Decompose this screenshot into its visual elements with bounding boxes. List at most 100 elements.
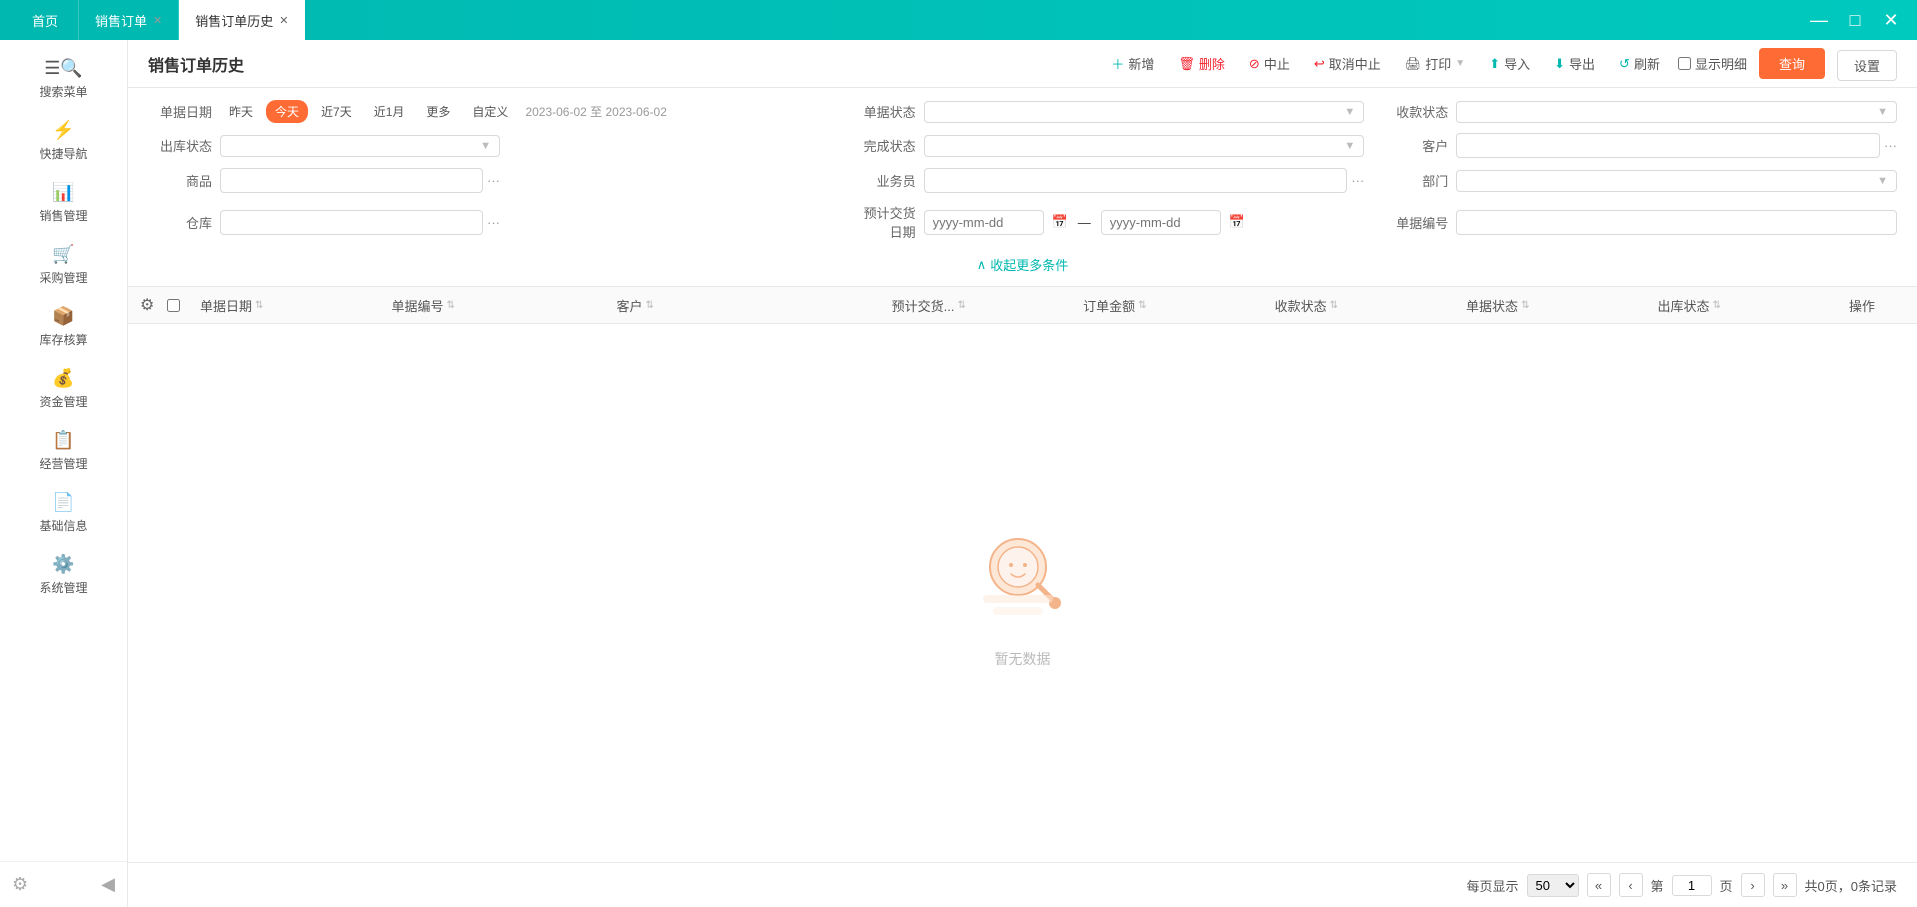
date-btn-yesterday[interactable]: 昨天 — [220, 100, 262, 123]
date-label: 单据日期 — [148, 102, 220, 121]
sidebar-item-operation[interactable]: 📋 经营管理 — [0, 420, 127, 482]
inventory-icon: 📦 — [52, 306, 74, 327]
calendar-from-icon[interactable]: 📅 — [1052, 214, 1068, 230]
th-action: 操作 — [1837, 295, 1917, 315]
sidebar-item-quick-nav[interactable]: ⚡ 快捷导航 — [0, 110, 127, 172]
th-delivery[interactable]: 预计交货... ⇅ — [880, 295, 1071, 315]
close-tab-sales-history[interactable]: ✕ — [279, 14, 288, 27]
sys-mgmt-icon: ⚙️ — [52, 554, 74, 575]
goods-ellipsis-icon[interactable]: ··· — [487, 173, 500, 188]
date-btn-custom[interactable]: 自定义 — [463, 100, 517, 123]
refresh-icon: ↺ — [1619, 56, 1630, 72]
settings-button[interactable]: 设置 — [1837, 50, 1897, 81]
goods-label: 商品 — [148, 171, 220, 190]
sales-ellipsis-icon[interactable]: ··· — [1351, 173, 1364, 188]
sales-input[interactable] — [924, 168, 1348, 193]
sort-delivery-icon: ⇅ — [957, 300, 965, 311]
sales-mgmt-icon: 📊 — [52, 182, 74, 203]
tab-home[interactable]: 首页 — [12, 0, 79, 40]
warehouse-input[interactable] — [220, 210, 483, 235]
print-icon: 🖨 — [1405, 56, 1422, 72]
th-amount[interactable]: 订单金额 ⇅ — [1071, 295, 1262, 315]
customer-input[interactable] — [1456, 133, 1880, 158]
page-size-select[interactable]: 50 10 20 100 — [1527, 874, 1579, 897]
print-dropdown-icon[interactable]: ▼ — [1455, 58, 1465, 69]
complete-status-label: 完成状态 — [852, 136, 924, 155]
delete-icon: 🗑 — [1178, 56, 1195, 72]
table-settings-icon[interactable]: ⚙ — [140, 295, 154, 315]
receipt-status-select[interactable]: ▼ — [1456, 101, 1897, 123]
page-number-input[interactable] — [1672, 875, 1712, 896]
th-date[interactable]: 单据日期 ⇅ — [188, 295, 379, 315]
sidebar-item-sys-mgmt[interactable]: ⚙️ 系统管理 — [0, 544, 127, 606]
first-page-button[interactable]: « — [1587, 873, 1611, 897]
maximize-button[interactable]: □ — [1841, 6, 1869, 34]
new-button[interactable]: ＋ 新增 — [1105, 50, 1160, 77]
warehouse-ellipsis-icon[interactable]: ··· — [487, 215, 500, 230]
sort-out-icon: ⇅ — [1713, 300, 1721, 311]
sidebar-item-capital[interactable]: 💰 资金管理 — [0, 358, 127, 420]
th-pay-status[interactable]: 收款状态 ⇅ — [1263, 295, 1454, 315]
query-button[interactable]: 查询 — [1759, 48, 1825, 79]
capital-icon: 💰 — [52, 368, 74, 389]
prev-page-button[interactable]: ‹ — [1619, 873, 1643, 897]
date-btn-more[interactable]: 更多 — [417, 100, 459, 123]
sidebar-item-sales-mgmt[interactable]: 📊 销售管理 — [0, 172, 127, 234]
refresh-button[interactable]: ↺ 刷新 — [1613, 50, 1666, 77]
sidebar-item-purchase-mgmt[interactable]: 🛒 采购管理 — [0, 234, 127, 296]
minimize-button[interactable]: — — [1805, 6, 1833, 34]
date-btn-1month[interactable]: 近1月 — [365, 100, 414, 123]
date-btn-7days[interactable]: 近7天 — [312, 100, 361, 123]
sort-pay-icon: ⇅ — [1330, 300, 1338, 311]
plus-icon: ＋ — [1111, 54, 1124, 73]
delete-button[interactable]: 🗑 删除 — [1172, 50, 1231, 77]
export-button[interactable]: ⬇ 导出 — [1548, 50, 1601, 77]
collapse-button[interactable]: ∧ 收起更多条件 — [977, 255, 1069, 274]
display-detail-toggle[interactable]: 显示明细 — [1678, 54, 1747, 73]
bill-number-input[interactable] — [1456, 210, 1897, 235]
window-controls: — □ ✕ — [1805, 6, 1905, 34]
sidebar-collapse-icon[interactable]: ◀ — [101, 874, 115, 895]
stop-button[interactable]: ⊘ 中止 — [1243, 50, 1296, 77]
close-window-button[interactable]: ✕ — [1877, 6, 1905, 34]
complete-status-select[interactable]: ▼ — [924, 135, 1365, 157]
close-tab-sales-order[interactable]: ✕ — [153, 14, 162, 27]
customer-ellipsis-icon[interactable]: ··· — [1884, 138, 1897, 153]
th-num[interactable]: 单据编号 ⇅ — [379, 295, 604, 315]
pagination: 每页显示 50 10 20 100 « ‹ 第 页 › » 共0页，0条记录 — [128, 862, 1917, 907]
expected-date-label: 预计交货日期 — [852, 203, 924, 241]
out-status-select[interactable]: ▼ — [220, 135, 500, 157]
bill-status-select[interactable]: ▼ — [924, 101, 1365, 123]
calendar-to-icon[interactable]: 📅 — [1229, 214, 1245, 230]
collapse-up-icon: ∧ — [977, 257, 987, 273]
warehouse-label: 仓库 — [148, 213, 220, 232]
last-page-button[interactable]: » — [1773, 873, 1797, 897]
search-menu-icon: ☰🔍 — [44, 58, 83, 79]
page-label: 页 — [1720, 876, 1733, 895]
collapse-row: ∧ 收起更多条件 — [148, 251, 1897, 274]
import-button[interactable]: ⬆ 导入 — [1483, 50, 1536, 77]
th-bill-status[interactable]: 单据状态 ⇅ — [1454, 295, 1645, 315]
next-page-button[interactable]: › — [1741, 873, 1765, 897]
th-customer[interactable]: 客户 ⇅ — [604, 295, 879, 315]
tab-sales-history[interactable]: 销售订单历史 ✕ — [179, 0, 305, 40]
display-detail-checkbox[interactable] — [1678, 57, 1691, 70]
table-settings-col: ⚙ — [128, 295, 188, 315]
stop-icon: ⊘ — [1249, 56, 1260, 72]
customer-label: 客户 — [1384, 136, 1456, 155]
sidebar-settings-icon[interactable]: ⚙ — [12, 874, 28, 895]
date-from-input[interactable] — [924, 210, 1044, 235]
dept-select[interactable]: ▼ — [1456, 170, 1897, 192]
print-button[interactable]: 🖨 打印 ▼ — [1399, 50, 1471, 77]
goods-input[interactable] — [220, 168, 483, 193]
table-select-all-checkbox[interactable] — [167, 299, 180, 312]
sidebar-item-search-menu[interactable]: ☰🔍 搜索菜单 — [0, 48, 127, 110]
dept-arrow-icon: ▼ — [1877, 175, 1888, 187]
th-out-status[interactable]: 出库状态 ⇅ — [1646, 295, 1837, 315]
sidebar-item-basic-info[interactable]: 📄 基础信息 — [0, 482, 127, 544]
tab-sales-order[interactable]: 销售订单 ✕ — [79, 0, 179, 40]
date-btn-today[interactable]: 今天 — [266, 100, 308, 123]
sidebar-item-inventory[interactable]: 📦 库存核算 — [0, 296, 127, 358]
cancel-stop-button[interactable]: ↩ 取消中止 — [1308, 50, 1387, 77]
date-to-input[interactable] — [1101, 210, 1221, 235]
